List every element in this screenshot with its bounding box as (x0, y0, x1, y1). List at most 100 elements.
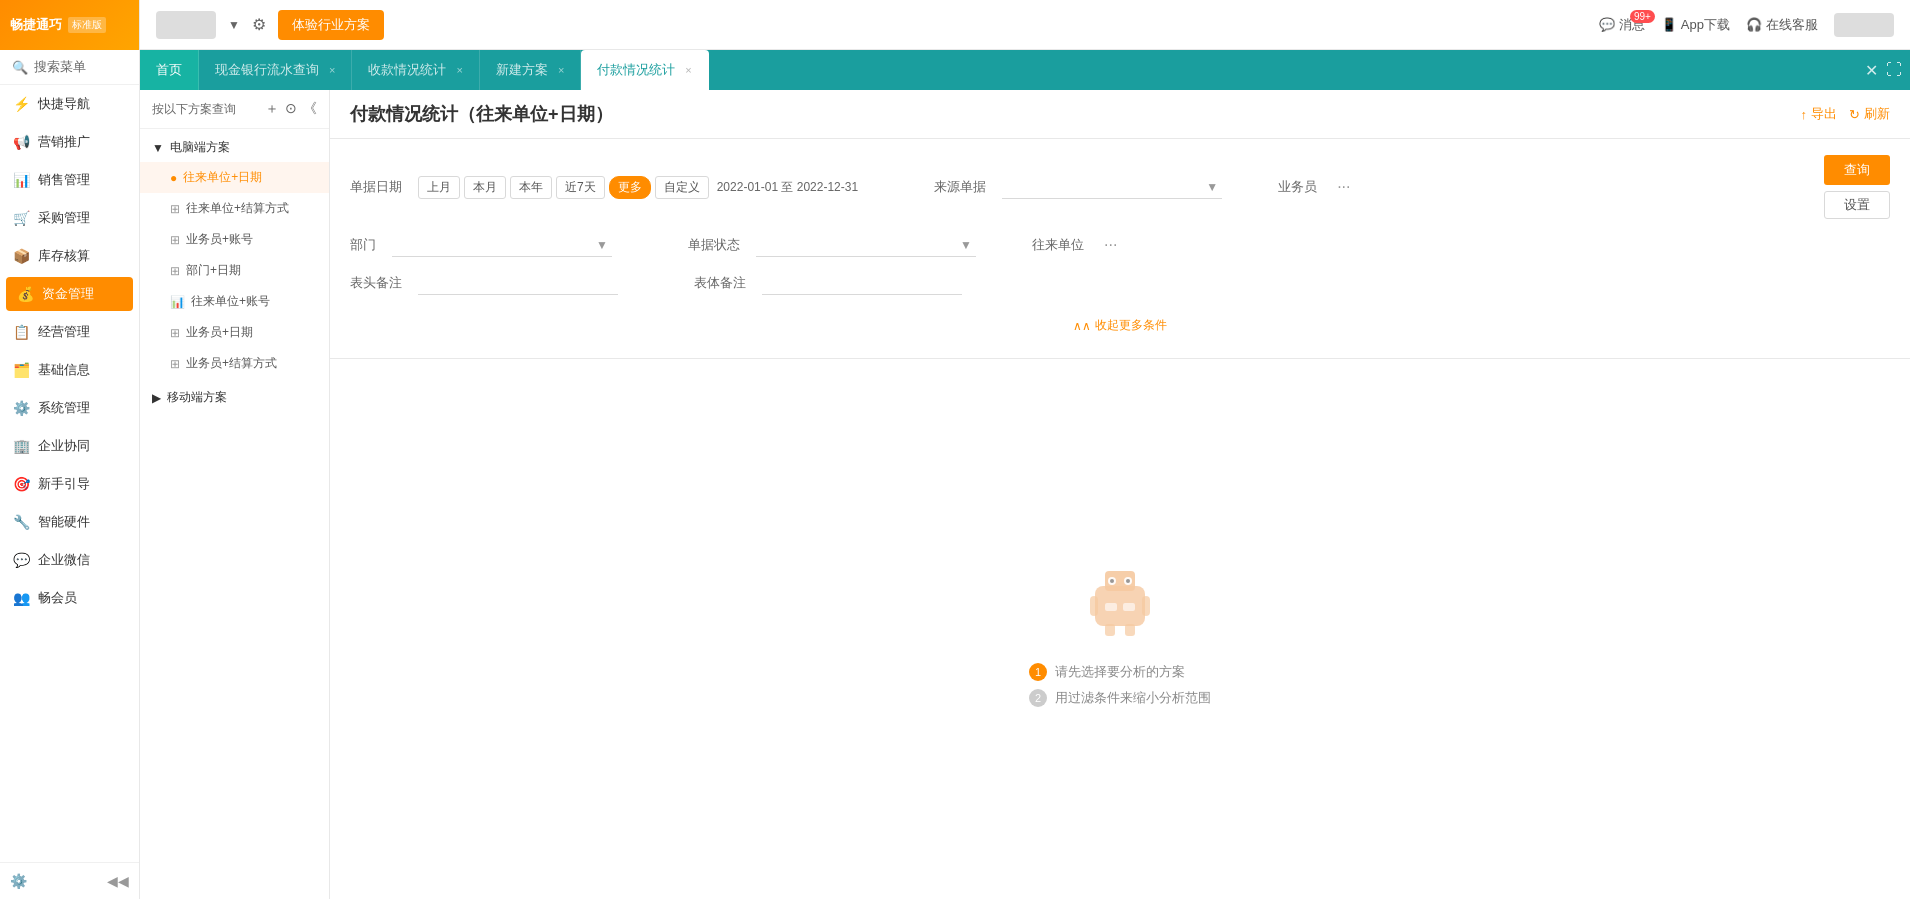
tab-payment-stats[interactable]: 付款情况统计 × (581, 50, 708, 90)
scheme-salesman-date-icon: ⊞ (170, 326, 180, 340)
tab-payment-stats-close[interactable]: × (685, 64, 691, 76)
tab-bank-flow-label: 现金银行流水查询 (215, 61, 319, 79)
tab-home[interactable]: 首页 (140, 50, 199, 90)
partner-ellipsis[interactable]: ··· (1104, 236, 1117, 254)
date-btn-this-year[interactable]: 本年 (510, 176, 552, 199)
export-btn[interactable]: ↑ 导出 (1801, 105, 1838, 123)
sidebar-item-label: 销售管理 (38, 171, 90, 189)
sidebar-item-base-info[interactable]: 🗂️ 基础信息 (0, 351, 139, 389)
scheme-dept-date[interactable]: ⊞ 部门+日期 (140, 255, 329, 286)
settings-scheme-icon[interactable]: ⊙ (285, 100, 297, 118)
sidebar-settings-icon[interactable]: ⚙️ (10, 873, 27, 889)
topbar-online-service[interactable]: 🎧 在线客服 (1746, 16, 1818, 34)
filter-settings-btn[interactable]: 设置 (1824, 191, 1890, 219)
sidebar-item-label: 库存核算 (38, 247, 90, 265)
salesman-ellipsis[interactable]: ··· (1337, 178, 1350, 196)
sidebar-collapse-icon[interactable]: ◀◀ (107, 873, 129, 889)
tab-income-stats[interactable]: 收款情况统计 × (352, 50, 479, 90)
doc-status-select-wrap: ▼ (756, 233, 976, 257)
scheme-unit-date[interactable]: ● 往来单位+日期 (140, 162, 329, 193)
table-body-remark-input[interactable] (762, 271, 962, 295)
topbar-user-avatar[interactable] (1834, 13, 1894, 37)
tab-new-plan-label: 新建方案 (496, 61, 548, 79)
doc-status-chevron-icon: ▼ (960, 238, 972, 252)
collapse-label: 收起更多条件 (1095, 317, 1167, 334)
scheme-salesman-settlement[interactable]: ⊞ 业务员+结算方式 (140, 348, 329, 379)
topbar-dropdown-arrow[interactable]: ▼ (228, 18, 240, 32)
date-btn-more[interactable]: 更多 (609, 176, 651, 199)
scheme-unit-account[interactable]: 📊 往来单位+账号 (140, 286, 329, 317)
filter-area: 单据日期 上月 本月 本年 近7天 更多 自定义 2022-01-01 至 20… (330, 139, 1910, 359)
content-area: 按以下方案查询 ＋ ⊙ 《 ▼ 电脑端方案 ● 往来单位+日期 ⊞ (140, 90, 1910, 899)
sidebar: 畅捷通巧 标准版 🔍 搜索菜单 ⚡ 快捷导航 📢 营销推广 📊 销售管理 🛒 采… (0, 0, 140, 899)
left-panel-header: 按以下方案查询 ＋ ⊙ 《 (140, 90, 329, 129)
sidebar-item-guide[interactable]: 🎯 新手引导 (0, 465, 139, 503)
sidebar-item-operations[interactable]: 📋 经营管理 (0, 313, 139, 351)
hardware-icon: 🔧 (12, 513, 30, 531)
query-btn[interactable]: 查询 (1824, 155, 1890, 185)
refresh-btn[interactable]: ↻ 刷新 (1849, 105, 1890, 123)
marketing-icon: 📢 (12, 133, 30, 151)
sidebar-footer: ⚙️ ◀◀ (0, 862, 139, 899)
scheme-salesman-date[interactable]: ⊞ 业务员+日期 (140, 317, 329, 348)
doc-status-label: 单据状态 (688, 236, 740, 254)
empty-state-icon (1070, 551, 1170, 651)
app-icon: 📱 (1661, 17, 1677, 32)
scheme-salesman-account[interactable]: ⊞ 业务员+账号 (140, 224, 329, 255)
date-btn-custom[interactable]: 自定义 (655, 176, 709, 199)
desktop-section-header[interactable]: ▼ 电脑端方案 (140, 133, 329, 162)
sidebar-item-finance[interactable]: 💰 资金管理 (6, 277, 133, 311)
page-header: 付款情况统计（往来单位+日期） ↑ 导出 ↻ 刷新 (330, 90, 1910, 139)
finance-icon: 💰 (16, 285, 34, 303)
add-scheme-icon[interactable]: ＋ (265, 100, 279, 118)
sidebar-item-inventory[interactable]: 📦 库存核算 (0, 237, 139, 275)
sidebar-logo: 畅捷通巧 (10, 16, 62, 34)
partner-label: 往来单位 (1032, 236, 1084, 254)
scheme-dept-date-label: 部门+日期 (186, 262, 241, 279)
date-btn-last-7days[interactable]: 近7天 (556, 176, 605, 199)
sidebar-item-quick-nav[interactable]: ⚡ 快捷导航 (0, 85, 139, 123)
sidebar-version-badge: 标准版 (68, 17, 106, 33)
tab-bank-flow-close[interactable]: × (329, 64, 335, 76)
table-header-remark-input[interactable] (418, 271, 618, 295)
dept-select[interactable] (392, 233, 592, 256)
tabbar-close-all-icon[interactable]: ✕ (1865, 61, 1878, 80)
mobile-expand-icon: ▶ (152, 391, 161, 405)
dept-chevron-icon: ▼ (596, 238, 608, 252)
tab-income-stats-close[interactable]: × (456, 64, 462, 76)
tip-num-1: 1 (1029, 663, 1047, 681)
collapse-left-icon[interactable]: 《 (303, 100, 317, 118)
sidebar-item-sales[interactable]: 📊 销售管理 (0, 161, 139, 199)
date-btn-this-month[interactable]: 本月 (464, 176, 506, 199)
date-buttons: 上月 本月 本年 近7天 更多 自定义 2022-01-01 至 2022-12… (418, 176, 858, 199)
messages-badge: 99+ (1630, 10, 1655, 23)
tab-new-plan-close[interactable]: × (558, 64, 564, 76)
page-title: 付款情况统计（往来单位+日期） (350, 102, 613, 126)
tab-new-plan[interactable]: 新建方案 × (480, 50, 581, 90)
topbar-messages[interactable]: 💬 消息 99+ (1599, 16, 1645, 34)
date-btn-last-month[interactable]: 上月 (418, 176, 460, 199)
collapse-btn[interactable]: ∧∧ 收起更多条件 (350, 309, 1890, 342)
inventory-icon: 📦 (12, 247, 30, 265)
scheme-salesman-settlement-label: 业务员+结算方式 (186, 355, 277, 372)
sidebar-item-member[interactable]: 👥 畅会员 (0, 579, 139, 617)
source-select[interactable] (1002, 175, 1202, 198)
mobile-section-header[interactable]: ▶ 移动端方案 (140, 383, 329, 412)
sidebar-item-hardware[interactable]: 🔧 智能硬件 (0, 503, 139, 541)
trial-btn[interactable]: 体验行业方案 (278, 10, 384, 40)
scheme-unit-settlement[interactable]: ⊞ 往来单位+结算方式 (140, 193, 329, 224)
sidebar-search[interactable]: 🔍 搜索菜单 (0, 50, 139, 85)
tabbar-expand-icon[interactable]: ⛶ (1886, 61, 1902, 79)
topbar-app-download[interactable]: 📱 App下载 (1661, 16, 1730, 34)
tab-bank-flow[interactable]: 现金银行流水查询 × (199, 50, 352, 90)
svg-point-5 (1126, 579, 1130, 583)
scheme-salesman-date-label: 业务员+日期 (186, 324, 253, 341)
doc-status-select[interactable] (756, 233, 956, 256)
source-chevron-icon: ▼ (1206, 180, 1218, 194)
topbar-gear-icon[interactable]: ⚙ (252, 15, 266, 34)
sidebar-item-purchase[interactable]: 🛒 采购管理 (0, 199, 139, 237)
sidebar-item-marketing[interactable]: 📢 营销推广 (0, 123, 139, 161)
sidebar-item-weixin[interactable]: 💬 企业微信 (0, 541, 139, 579)
sidebar-item-enterprise[interactable]: 🏢 企业协同 (0, 427, 139, 465)
sidebar-item-system[interactable]: ⚙️ 系统管理 (0, 389, 139, 427)
